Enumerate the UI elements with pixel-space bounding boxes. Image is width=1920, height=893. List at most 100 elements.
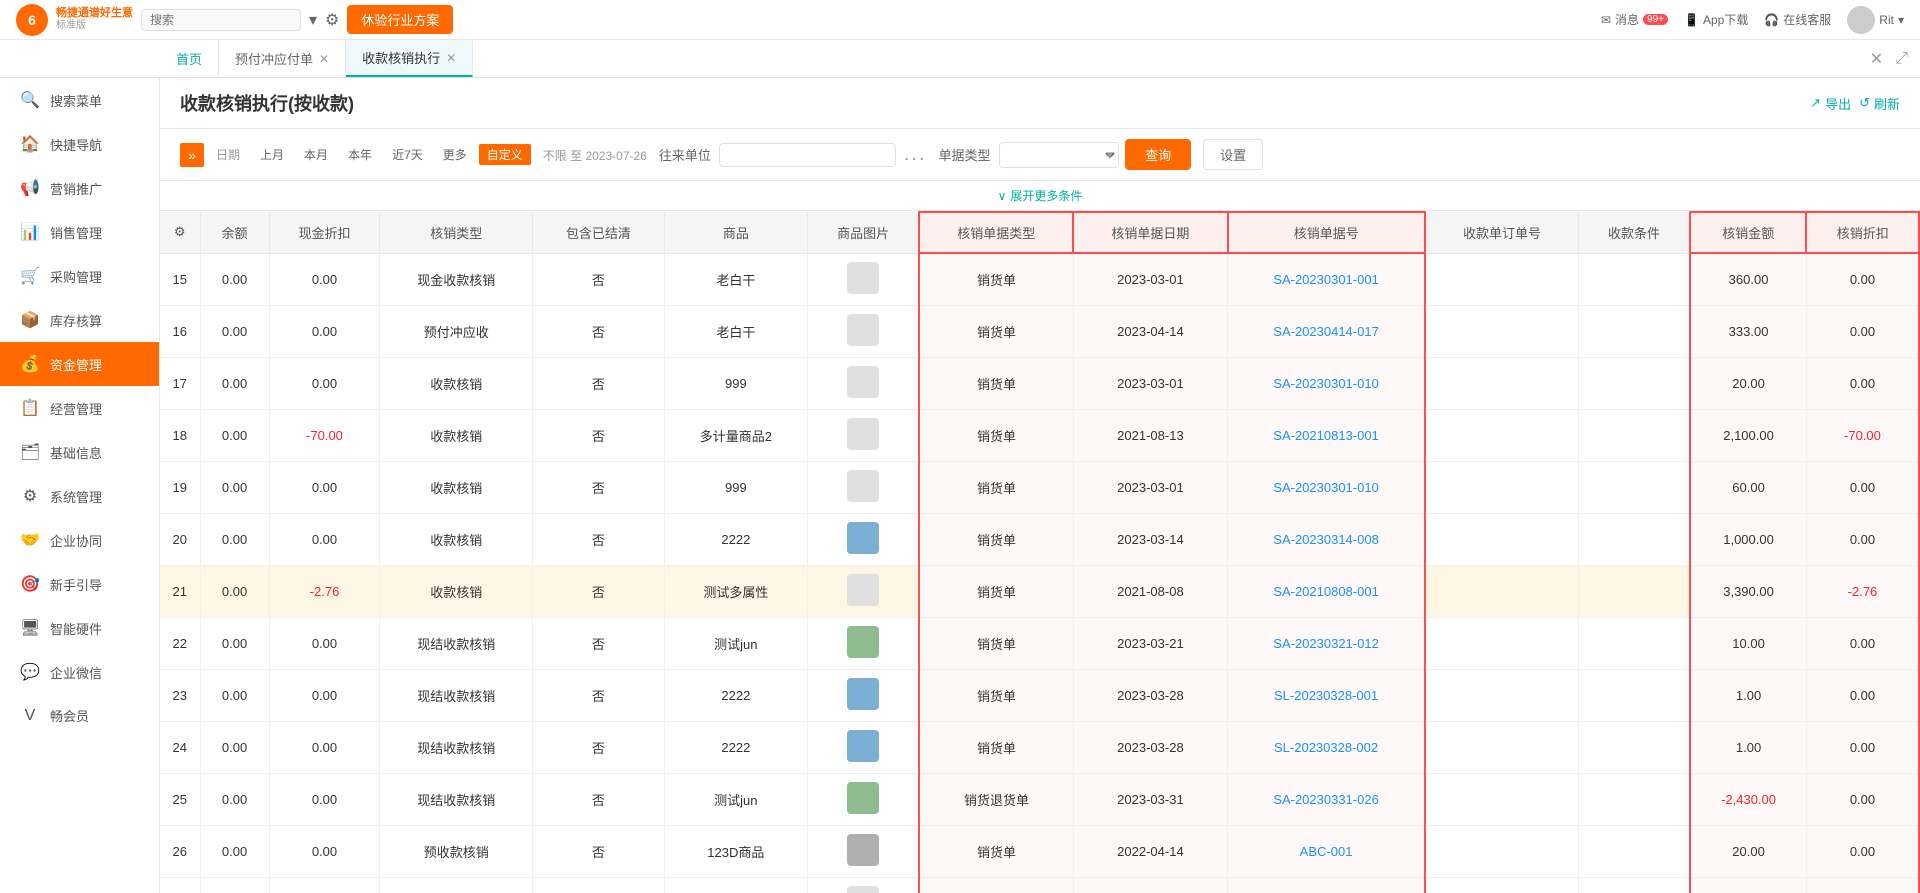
sidebar-item-member[interactable]: V 畅会员: [0, 694, 159, 737]
th-receipt-order-no[interactable]: 收款单订单号: [1425, 212, 1578, 253]
refresh-button[interactable]: ↺ 刷新: [1859, 94, 1900, 113]
tab-prepay[interactable]: 预付冲应付单 ✕: [219, 40, 346, 77]
th-cancel-type[interactable]: 核销类型: [380, 212, 533, 253]
sidebar-item-operation[interactable]: 📋 经营管理: [0, 386, 159, 430]
cell-cancel-amount: 360.00: [1690, 253, 1806, 305]
cell-receipt-condition: [1578, 409, 1690, 461]
cell-cancel-type: 收款核销: [380, 461, 533, 513]
top-bar: 6 畅捷通谱好生意 标准版 ▾ ⚙ 休验行业方案 ✉ 消息 99+ 📱 App下…: [0, 0, 1920, 40]
user-menu[interactable]: Rit ▾: [1847, 6, 1904, 34]
bill-no-link[interactable]: SA-20230331-026: [1273, 792, 1379, 807]
table-row: 23 0.00 0.00 现结收款核销 否 2222 销货单 2023-03-2…: [160, 669, 1919, 721]
cell-product: 2222: [664, 513, 807, 565]
page-header: 收款核销执行(按收款) ↗ 导出 ↺ 刷新: [160, 78, 1920, 129]
bill-no-link[interactable]: SA-20230301-010: [1273, 376, 1379, 391]
cell-cancel-discount: 0.00: [1806, 513, 1919, 565]
cell-cancel-amount: 3,390.00: [1690, 565, 1806, 617]
th-cancel-discount[interactable]: 核销折扣: [1806, 212, 1919, 253]
brand-logo: 6: [16, 4, 48, 36]
bill-type-select[interactable]: [999, 142, 1119, 168]
sidebar-item-sales[interactable]: 📊 销售管理: [0, 210, 159, 254]
chevron-down-icon[interactable]: ▾: [309, 10, 317, 30]
sidebar-item-hardware[interactable]: 🖥 智能硬件: [0, 606, 159, 650]
th-product[interactable]: 商品: [664, 212, 807, 253]
tab-expand-icon[interactable]: ⤢: [1891, 46, 1912, 72]
th-receipt-condition[interactable]: 收款条件: [1578, 212, 1690, 253]
th-cancel-bill-date[interactable]: 核销单据日期: [1073, 212, 1227, 253]
bill-no-link[interactable]: SA-20230301-010: [1273, 480, 1379, 495]
tab-home[interactable]: 首页: [160, 40, 219, 77]
sidebar-item-purchase[interactable]: 🛒 采购管理: [0, 254, 159, 298]
date-tab-this-month[interactable]: 本月: [296, 144, 336, 165]
finance-icon: 💰: [20, 354, 40, 374]
th-balance[interactable]: 余额: [200, 212, 269, 253]
sidebar-item-basic[interactable]: 🗂 基础信息: [0, 430, 159, 474]
sidebar-item-marketing[interactable]: 📢 营销推广: [0, 166, 159, 210]
th-cancel-bill-no[interactable]: 核销单据号: [1228, 212, 1426, 253]
sidebar-item-search[interactable]: 🔍 搜索菜单: [0, 78, 159, 122]
tab-cancel-close[interactable]: ✕: [446, 51, 456, 65]
th-cancel-amount[interactable]: 核销金额: [1690, 212, 1806, 253]
setting-button[interactable]: 设置: [1203, 139, 1263, 170]
sidebar-item-nav[interactable]: 🏠 快捷导航: [0, 122, 159, 166]
sidebar-item-wechat[interactable]: 💬 企业微信: [0, 650, 159, 694]
bill-no-link[interactable]: SA-20210808-001: [1273, 584, 1379, 599]
collab-icon: 🤝: [20, 530, 40, 550]
app-download-button[interactable]: 📱 App下载: [1684, 11, 1748, 28]
sidebar-item-system[interactable]: ⚙ 系统管理: [0, 474, 159, 518]
filter-toggle-button[interactable]: »: [180, 143, 204, 167]
cell-cancel-discount: 0.00: [1806, 877, 1919, 893]
bill-no-link[interactable]: SA-20210813-001: [1273, 428, 1379, 443]
bill-no-link[interactable]: SL-20230328-001: [1274, 688, 1378, 703]
sidebar-item-collab[interactable]: 🤝 企业协同: [0, 518, 159, 562]
date-tab-last-month[interactable]: 上月: [252, 144, 292, 165]
bill-no-link[interactable]: ABC-001: [1300, 844, 1353, 859]
cell-cancel-bill-date: 2023-03-01: [1073, 357, 1227, 409]
date-range-text: 不限 至 2023-07-26: [543, 147, 647, 164]
date-custom-button[interactable]: 自定义: [479, 144, 531, 165]
counterpart-dots[interactable]: ...: [904, 143, 927, 166]
bill-no-link[interactable]: SA-20230301-001: [1273, 272, 1379, 287]
date-tab-more[interactable]: 更多: [435, 144, 475, 165]
sidebar-item-finance[interactable]: 💰 资金管理: [0, 342, 159, 386]
cell-receipt-order-no: [1425, 461, 1578, 513]
bill-no-link[interactable]: SL-20230328-002: [1274, 740, 1378, 755]
bill-no-link[interactable]: SA-20230314-008: [1273, 532, 1379, 547]
tab-prepay-close[interactable]: ✕: [319, 52, 329, 66]
sidebar-label-sales: 销售管理: [50, 223, 102, 242]
counterpart-input[interactable]: [719, 143, 896, 167]
th-settings[interactable]: ⚙: [160, 212, 200, 253]
export-button[interactable]: ↗ 导出: [1810, 94, 1851, 113]
solution-button[interactable]: 休验行业方案: [347, 5, 453, 34]
th-cancel-bill-type[interactable]: 核销单据类型: [919, 212, 1073, 253]
search-input[interactable]: [141, 9, 301, 31]
expand-bar[interactable]: ∨ 展开更多条件: [160, 181, 1920, 211]
date-tab-7days[interactable]: 近7天: [384, 144, 431, 165]
tab-close-all-icon[interactable]: ✕: [1866, 45, 1887, 73]
cell-receipt-condition: [1578, 617, 1690, 669]
date-tab-this-year[interactable]: 本年: [340, 144, 380, 165]
bill-no-link[interactable]: SA-20230414-017: [1273, 324, 1379, 339]
cell-cancel-type: 现结收款核销: [380, 773, 533, 825]
online-service-button[interactable]: 🎧 在线客服: [1764, 11, 1831, 28]
cell-cancel-bill-no: ABC-001: [1228, 825, 1426, 877]
cell-include-settled: 否: [533, 721, 665, 773]
th-include-settled[interactable]: 包含已结清: [533, 212, 665, 253]
cell-receipt-order-no: [1425, 617, 1578, 669]
sidebar-item-guide[interactable]: 🎯 新手引导: [0, 562, 159, 606]
cell-cash-discount: 0.00: [269, 721, 380, 773]
cell-receipt-condition: [1578, 565, 1690, 617]
query-button[interactable]: 查询: [1125, 139, 1191, 170]
bill-no-link[interactable]: SA-20230321-012: [1273, 636, 1379, 651]
tab-cancel[interactable]: 收款核销执行 ✕: [346, 40, 473, 77]
cell-receipt-condition: [1578, 253, 1690, 305]
sidebar-item-inventory[interactable]: 📦 库存核算: [0, 298, 159, 342]
table-header-row: ⚙ 余额 现金折扣 核销类型 包含已结清 商品 商品图片 核销单据类型 核销单据…: [160, 212, 1919, 253]
th-cash-discount[interactable]: 现金折扣: [269, 212, 380, 253]
gear-icon[interactable]: ⚙: [325, 10, 339, 30]
cell-cancel-bill-type: 销货单: [919, 357, 1073, 409]
message-button[interactable]: ✉ 消息 99+: [1601, 11, 1668, 28]
cell-cancel-amount: 100.00: [1690, 877, 1806, 893]
th-product-image[interactable]: 商品图片: [808, 212, 920, 253]
system-icon: ⚙: [20, 486, 40, 506]
